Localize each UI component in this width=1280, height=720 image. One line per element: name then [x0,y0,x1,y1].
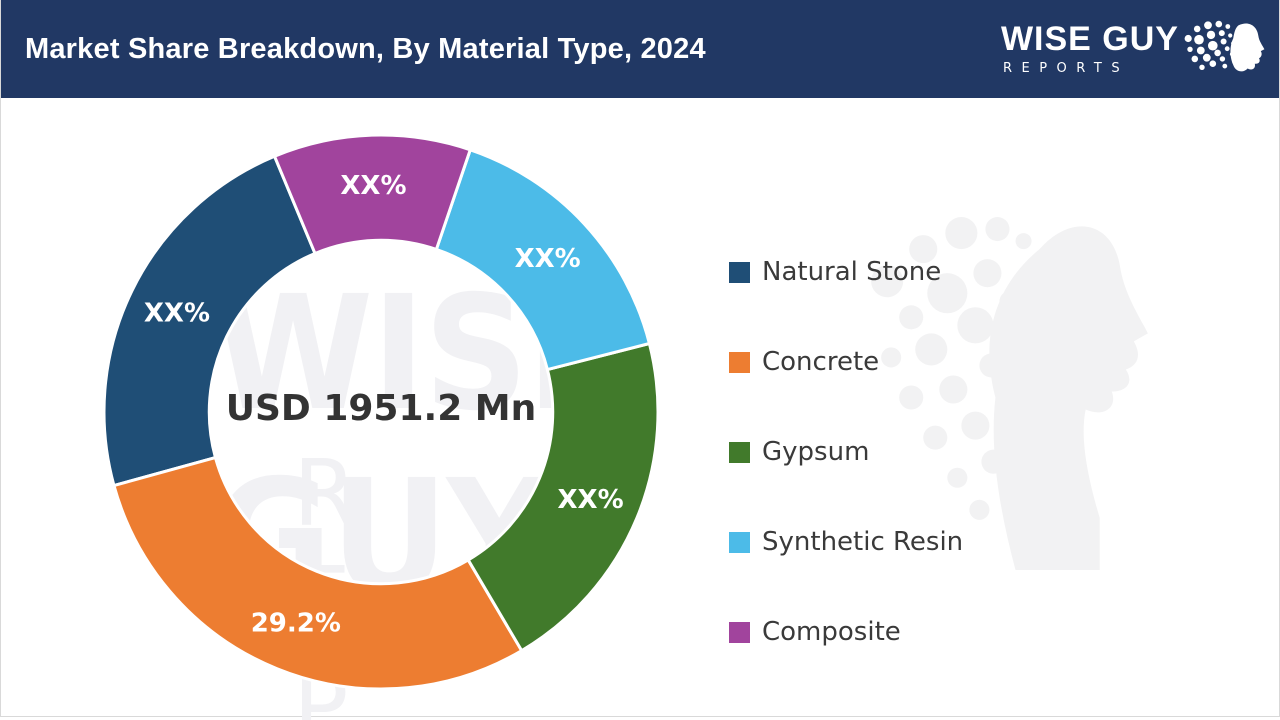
legend-label-synthetic-resin: Synthetic Resin [762,527,964,557]
donut-segment-concrete [112,455,524,691]
legend-swatch-gypsum [729,441,750,463]
page-title: Market Share Breakdown, By Material Type… [25,32,706,65]
report-page: WISE GUY R E P O R T S Market Share Brea… [0,0,1280,720]
legend-label-concrete: Concrete [762,347,880,377]
logo-reports-label: REPORTS [1002,61,1130,76]
legend-item-natural-stone: Natural Stone [729,247,963,297]
segment-label-gypsum: XX% [558,485,624,515]
legend-item-composite: Composite [729,607,963,657]
legend-swatch-concrete [729,351,750,373]
wiseguy-logo-text: WISE GUY REPORTS [1001,22,1179,76]
legend-swatch-synthetic-resin [729,531,750,553]
legend-item-gypsum: Gypsum [729,427,963,477]
legend-label-composite: Composite [762,617,901,647]
donut-center-value: USD 1951.2 Mn [225,388,537,429]
segment-label-composite: XX% [340,171,406,201]
legend-label-gypsum: Gypsum [762,437,870,467]
legend-label-natural-stone: Natural Stone [762,257,942,287]
header-bar: Market Share Breakdown, By Material Type… [1,0,1279,98]
wiseguy-logo: WISE GUY REPORTS [1001,7,1265,91]
logo-wiseguy-label: WISE GUY [1000,20,1179,58]
legend-item-synthetic-resin: Synthetic Resin [729,517,963,567]
legend-swatch-composite [729,621,750,643]
chart-legend: Natural Stone Concrete Gypsum Synthetic Res… [729,247,963,697]
segment-label-synthetic-resin: XX% [515,244,581,274]
legend-item-concrete: Concrete [729,337,963,387]
segment-label-concrete: 29.2% [251,608,341,638]
legend-swatch-natural-stone [729,261,750,283]
face-logo-icon [1184,20,1265,72]
segment-label-natural-stone: XX% [144,298,210,328]
